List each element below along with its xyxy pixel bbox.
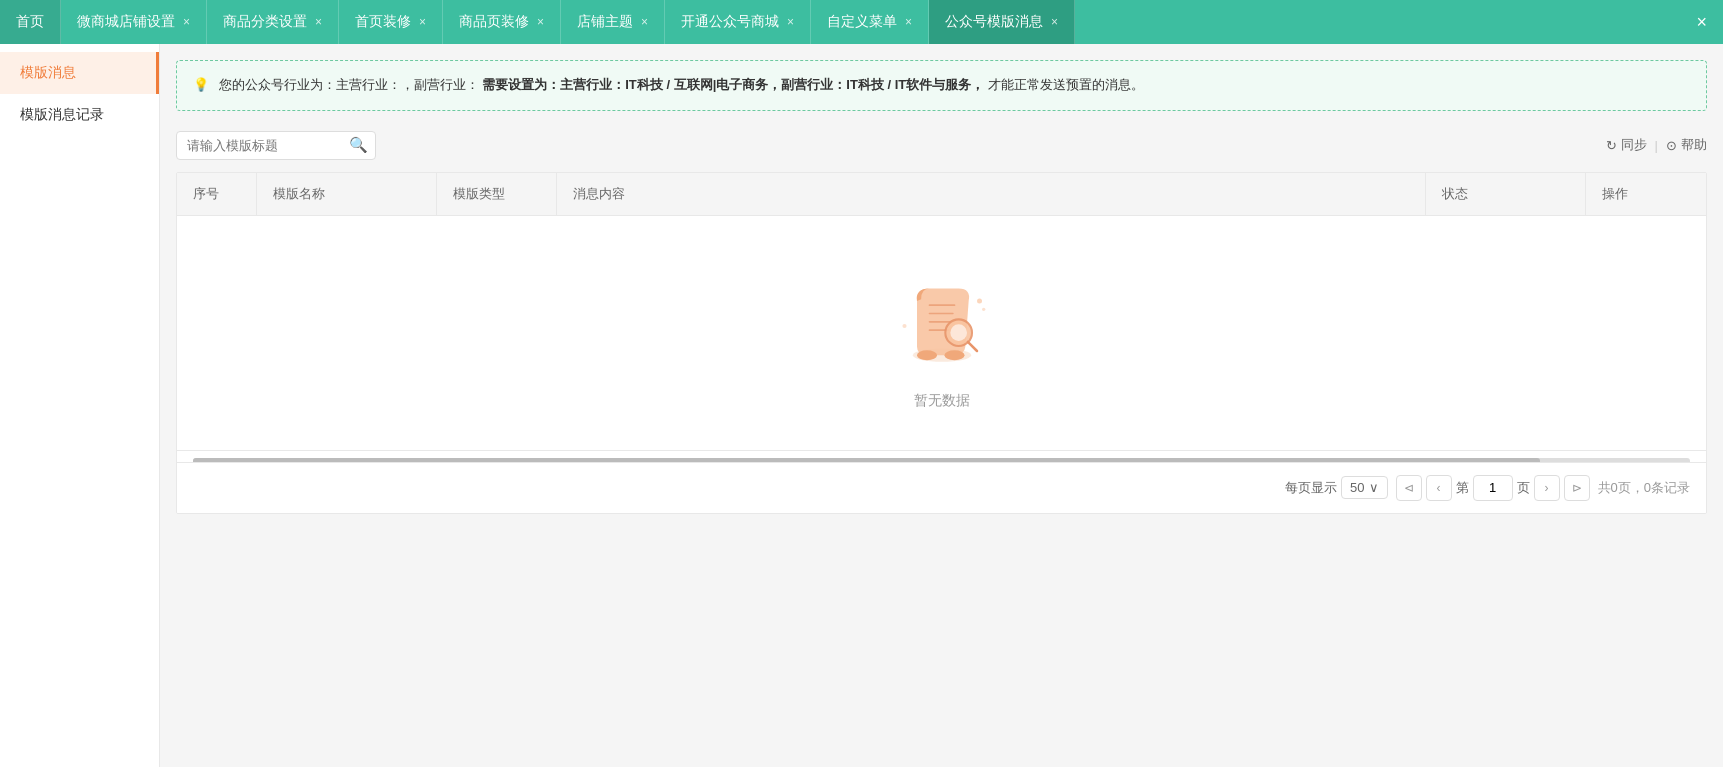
tab-custom-menu-label: 自定义菜单: [827, 13, 897, 31]
tab-home-decor-label: 首页装修: [355, 13, 411, 31]
tab-shop-theme-label: 店铺主题: [577, 13, 633, 31]
prev-page-button[interactable]: ‹: [1426, 475, 1452, 501]
horizontal-scrollbar[interactable]: [177, 450, 1706, 462]
sidebar-item-template-msg[interactable]: 模版消息: [0, 52, 159, 94]
table-header: 序号 模版名称 模版类型 消息内容 状态 操作: [177, 173, 1706, 216]
info-suffix: 才能正常发送预置的消息。: [988, 77, 1144, 92]
page-word: 第: [1456, 479, 1469, 497]
close-open-shop-icon[interactable]: ×: [787, 15, 794, 29]
th-index: 序号: [177, 173, 257, 215]
close-category-settings-icon[interactable]: ×: [315, 15, 322, 29]
sync-button[interactable]: ↻ 同步: [1606, 136, 1647, 154]
search-bar: 🔍 ↻ 同步 | ⊙ 帮助: [176, 131, 1707, 160]
close-shop-theme-icon[interactable]: ×: [641, 15, 648, 29]
total-label: 共0页，0条记录: [1598, 479, 1690, 497]
empty-illustration: [892, 276, 992, 376]
tab-home[interactable]: 首页: [0, 0, 61, 44]
svg-point-8: [950, 324, 967, 341]
topbar: 首页 微商城店铺设置 × 商品分类设置 × 首页装修 × 商品页装修 × 店铺主…: [0, 0, 1723, 44]
close-custom-menu-icon[interactable]: ×: [905, 15, 912, 29]
tab-home-decor[interactable]: 首页装修 ×: [339, 0, 443, 44]
tab-product-decor-label: 商品页装修: [459, 13, 529, 31]
svg-point-10: [977, 298, 982, 303]
page-size-label: 每页显示: [1285, 479, 1337, 497]
sidebar: 模版消息 模版消息记录: [0, 44, 160, 767]
search-input[interactable]: [176, 131, 376, 160]
sidebar-item-template-msg-record[interactable]: 模版消息记录: [0, 94, 159, 136]
tab-product-decor[interactable]: 商品页装修 ×: [443, 0, 561, 44]
search-input-wrap: 🔍: [176, 131, 376, 160]
info-banner: 💡 您的公众号行业为：主营行业：，副营行业： 需要设置为：主营行业：IT科技 /…: [176, 60, 1707, 111]
help-label: 帮助: [1681, 136, 1707, 154]
action-divider: |: [1655, 138, 1658, 153]
last-page-button[interactable]: ⊳: [1564, 475, 1590, 501]
first-page-button[interactable]: ⊲: [1396, 475, 1422, 501]
empty-text: 暂无数据: [914, 392, 970, 410]
next-page-button[interactable]: ›: [1534, 475, 1560, 501]
main-layout: 模版消息 模版消息记录 💡 您的公众号行业为：主营行业：，副营行业： 需要设置为…: [0, 44, 1723, 767]
page-word2: 页: [1517, 479, 1530, 497]
close-home-decor-icon[interactable]: ×: [419, 15, 426, 29]
tab-open-shop[interactable]: 开通公众号商城 ×: [665, 0, 811, 44]
info-highlight: 需要设置为：主营行业：IT科技 / 互联网|电子商务，副营行业：IT科技 / I…: [482, 77, 984, 92]
th-type: 模版类型: [437, 173, 557, 215]
tab-shop-theme[interactable]: 店铺主题 ×: [561, 0, 665, 44]
th-action: 操作: [1586, 173, 1706, 215]
chevron-down-icon: ∨: [1369, 480, 1379, 495]
tab-template-msg-label: 公众号模版消息: [945, 13, 1043, 31]
close-product-decor-icon[interactable]: ×: [537, 15, 544, 29]
page-navigation: ⊲ ‹ 第 页 › ⊳: [1396, 475, 1590, 501]
tab-open-shop-label: 开通公众号商城: [681, 13, 779, 31]
tab-home-label: 首页: [16, 13, 44, 31]
svg-point-2: [944, 350, 964, 360]
tab-custom-menu[interactable]: 自定义菜单 ×: [811, 0, 929, 44]
close-all-button[interactable]: ×: [1680, 0, 1723, 44]
tab-category-settings-label: 商品分类设置: [223, 13, 307, 31]
table-wrap: 序号 模版名称 模版类型 消息内容 状态 操作: [176, 172, 1707, 514]
empty-state: 暂无数据: [177, 216, 1706, 450]
pagination: 每页显示 50 ∨ ⊲ ‹ 第 页 › ⊳ 共0页，0条记录: [177, 462, 1706, 513]
svg-point-1: [917, 350, 937, 360]
page-size-select: 每页显示 50 ∨: [1285, 476, 1387, 499]
page-size-value: 50: [1350, 480, 1364, 495]
help-circle-icon: ⊙: [1666, 138, 1677, 153]
tab-shop-settings[interactable]: 微商城店铺设置 ×: [61, 0, 207, 44]
info-prefix: 您的公众号行业为：主营行业：，副营行业：: [219, 77, 479, 92]
bulb-icon: 💡: [193, 77, 209, 92]
content-area: 💡 您的公众号行业为：主营行业：，副营行业： 需要设置为：主营行业：IT科技 /…: [160, 44, 1723, 767]
th-status: 状态: [1426, 173, 1586, 215]
sync-label: 同步: [1621, 136, 1647, 154]
search-actions: ↻ 同步 | ⊙ 帮助: [1606, 136, 1707, 154]
tab-shop-settings-label: 微商城店铺设置: [77, 13, 175, 31]
page-number-input[interactable]: [1473, 475, 1513, 501]
help-button[interactable]: ⊙ 帮助: [1666, 136, 1707, 154]
scrollbar-track: [193, 458, 1690, 462]
svg-line-9: [967, 342, 976, 351]
search-icon[interactable]: 🔍: [349, 136, 368, 154]
scrollbar-thumb: [193, 458, 1540, 462]
close-shop-settings-icon[interactable]: ×: [183, 15, 190, 29]
tab-category-settings[interactable]: 商品分类设置 ×: [207, 0, 339, 44]
sync-icon: ↻: [1606, 138, 1617, 153]
th-content: 消息内容: [557, 173, 1426, 215]
page-size-dropdown[interactable]: 50 ∨: [1341, 476, 1387, 499]
close-template-msg-icon[interactable]: ×: [1051, 15, 1058, 29]
svg-point-12: [902, 324, 906, 328]
tab-template-msg[interactable]: 公众号模版消息 ×: [929, 0, 1075, 44]
th-name: 模版名称: [257, 173, 437, 215]
svg-point-11: [982, 307, 985, 310]
